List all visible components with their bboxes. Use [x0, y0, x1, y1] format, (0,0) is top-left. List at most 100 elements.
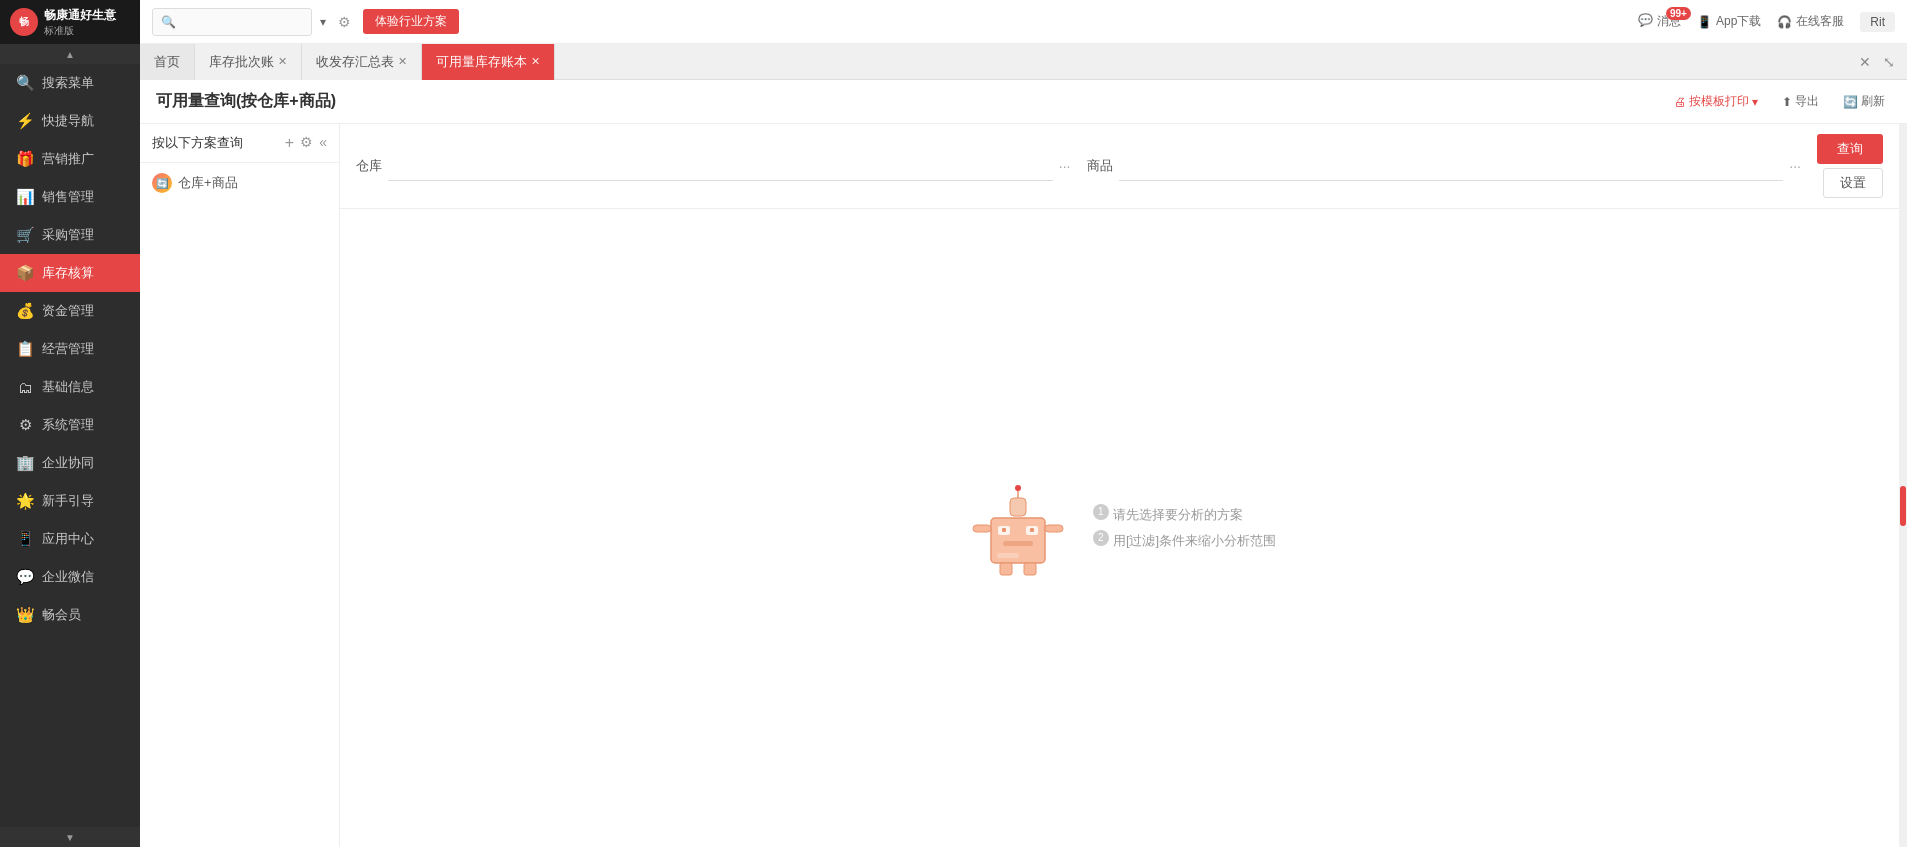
topbar-dropdown[interactable]: ▾ [320, 15, 326, 29]
hint-num-2: 2 [1093, 530, 1109, 546]
print-button[interactable]: 🖨 按模板打印 ▾ [1668, 90, 1764, 113]
tabs-expand-icon[interactable]: ⤡ [1879, 52, 1899, 72]
message-icon: 💬 [1638, 13, 1653, 30]
app-download-btn[interactable]: 📱 App下载 [1697, 13, 1761, 30]
svg-rect-5 [1030, 528, 1034, 532]
sidebar-item-label: 系统管理 [42, 416, 94, 434]
sidebar-item-purchase[interactable]: 🛒 采购管理 [0, 216, 140, 254]
sidebar-item-label: 经营管理 [42, 340, 94, 358]
sidebar-item-marketing[interactable]: 🎁 营销推广 [0, 140, 140, 178]
search-icon: 🔍 [16, 74, 34, 92]
tab-summary-label: 收发存汇总表 [316, 53, 394, 71]
refresh-icon: 🔄 [1843, 95, 1858, 109]
tab-available[interactable]: 可用量库存账本 ✕ [422, 44, 555, 80]
sidebar-item-operation[interactable]: 📋 经营管理 [0, 330, 140, 368]
user-name[interactable]: Rit [1860, 12, 1895, 32]
enterprise-icon: 🏢 [16, 454, 34, 472]
warehouse-label: 仓库 [356, 157, 382, 175]
sidebar-item-label: 应用中心 [42, 530, 94, 548]
svg-rect-9 [1010, 498, 1026, 516]
sidebar-item-member[interactable]: 👑 畅会员 [0, 596, 140, 634]
tab-summary-close[interactable]: ✕ [398, 55, 407, 68]
hint-num-1: 1 [1093, 504, 1109, 520]
hint-1: 请先选择要分析的方案 [1113, 502, 1243, 528]
topbar-search-icon: 🔍 [161, 15, 176, 29]
svg-rect-7 [973, 525, 991, 532]
customer-service-btn[interactable]: 🎧 在线客服 [1777, 13, 1844, 30]
member-icon: 👑 [16, 606, 34, 624]
sidebar-item-basic[interactable]: 🗂 基础信息 [0, 368, 140, 406]
svg-rect-4 [1002, 528, 1006, 532]
robot-svg [963, 473, 1073, 583]
operation-icon: 📋 [16, 340, 34, 358]
sidebar-item-enterprise[interactable]: 🏢 企业协同 [0, 444, 140, 482]
sidebar-scroll-down[interactable]: ▼ [0, 827, 140, 847]
trial-button[interactable]: 体验行业方案 [363, 9, 459, 34]
warehouse-filter-group: 仓库 ··· [356, 151, 1071, 181]
subtitle: 标准版 [44, 24, 116, 38]
filter-panel-header: 按以下方案查询 + ⚙ « [140, 124, 339, 163]
goods-more-icon[interactable]: ··· [1789, 158, 1801, 174]
company-name: 畅康通好生意 [44, 7, 116, 24]
sidebar-item-quicknav[interactable]: ⚡ 快捷导航 [0, 102, 140, 140]
tab-batch-close[interactable]: ✕ [278, 55, 287, 68]
query-button[interactable]: 查询 [1817, 134, 1883, 164]
print-icon: 🖨 [1674, 95, 1686, 109]
sidebar-item-appstore[interactable]: 📱 应用中心 [0, 520, 140, 558]
tabs-right-actions: ✕ ⤡ [1847, 52, 1907, 72]
quicknav-icon: ⚡ [16, 112, 34, 130]
topbar-gear-icon[interactable]: ⚙ [338, 14, 351, 30]
tab-batch[interactable]: 库存批次账 ✕ [195, 44, 302, 80]
sidebar-menu: 🔍 搜索菜单 ⚡ 快捷导航 🎁 营销推广 📊 销售管理 🛒 采购管理 📦 库存核… [0, 64, 140, 827]
sidebar-item-wechat[interactable]: 💬 企业微信 [0, 558, 140, 596]
dropdown-arrow-icon: ▾ [320, 15, 326, 29]
tabs-close-icon[interactable]: ✕ [1855, 52, 1875, 72]
tab-home-label: 首页 [154, 53, 180, 71]
sidebar-item-finance[interactable]: 💰 资金管理 [0, 292, 140, 330]
sidebar-header: 畅 畅康通好生意 标准版 [0, 0, 140, 44]
message-badge-wrap[interactable]: 💬 消息 99+ [1638, 13, 1681, 30]
sidebar-scroll-up[interactable]: ▲ [0, 44, 140, 64]
right-scrollbar[interactable] [1899, 124, 1907, 847]
empty-state: 1 请先选择要分析的方案 2 用[过滤]条件来缩小分析范围 [340, 209, 1899, 847]
sidebar-item-newguide[interactable]: 🌟 新手引导 [0, 482, 140, 520]
filter-panel: 按以下方案查询 + ⚙ « 🔄 仓库+商品 [140, 124, 340, 847]
message-badge: 99+ [1666, 7, 1691, 20]
inventory-icon: 📦 [16, 264, 34, 282]
robot-illustration [963, 473, 1073, 583]
export-button[interactable]: ⬆ 导出 [1776, 90, 1825, 113]
settings-button[interactable]: 设置 [1823, 168, 1883, 198]
sidebar-item-label: 销售管理 [42, 188, 94, 206]
sidebar-item-system[interactable]: ⚙ 系统管理 [0, 406, 140, 444]
export-label: 导出 [1795, 93, 1819, 110]
query-area: 仓库 ··· 商品 ··· 查询 设置 [340, 124, 1899, 847]
topbar-search-box[interactable]: 🔍 [152, 8, 312, 36]
print-dropdown-icon: ▾ [1752, 95, 1758, 109]
warehouse-input[interactable] [388, 151, 1053, 181]
tab-home[interactable]: 首页 [140, 44, 195, 80]
goods-input[interactable] [1119, 151, 1784, 181]
warehouse-more-icon[interactable]: ··· [1059, 158, 1071, 174]
sidebar-item-search[interactable]: 🔍 搜索菜单 [0, 64, 140, 102]
tab-available-close[interactable]: ✕ [531, 55, 540, 68]
empty-state-content: 1 请先选择要分析的方案 2 用[过滤]条件来缩小分析范围 [963, 473, 1276, 583]
customer-service-label: 在线客服 [1796, 13, 1844, 30]
goods-filter-group: 商品 ··· [1087, 151, 1802, 181]
sidebar-item-sales[interactable]: 📊 销售管理 [0, 178, 140, 216]
marketing-icon: 🎁 [16, 150, 34, 168]
refresh-button[interactable]: 🔄 刷新 [1837, 90, 1891, 113]
topbar: 🔍 ▾ ⚙ 体验行业方案 💬 消息 99+ 📱 App下载 🎧 在线客服 Rit [140, 0, 1907, 44]
sidebar-item-label: 采购管理 [42, 226, 94, 244]
scheme-settings-icon[interactable]: ⚙ [300, 134, 313, 152]
sidebar-item-label: 新手引导 [42, 492, 94, 510]
sidebar-item-label: 搜索菜单 [42, 74, 94, 92]
tab-summary[interactable]: 收发存汇总表 ✕ [302, 44, 422, 80]
add-scheme-button[interactable]: + [285, 134, 294, 152]
refresh-label: 刷新 [1861, 93, 1885, 110]
scheme-warehouse-goods[interactable]: 🔄 仓库+商品 [140, 163, 339, 203]
scheme-label: 仓库+商品 [178, 174, 238, 192]
collapse-panel-icon[interactable]: « [319, 134, 327, 152]
empty-text: 1 请先选择要分析的方案 2 用[过滤]条件来缩小分析范围 [1093, 502, 1276, 554]
main-area: 🔍 ▾ ⚙ 体验行业方案 💬 消息 99+ 📱 App下载 🎧 在线客服 Rit [140, 0, 1907, 847]
sidebar-item-inventory[interactable]: 📦 库存核算 [0, 254, 140, 292]
